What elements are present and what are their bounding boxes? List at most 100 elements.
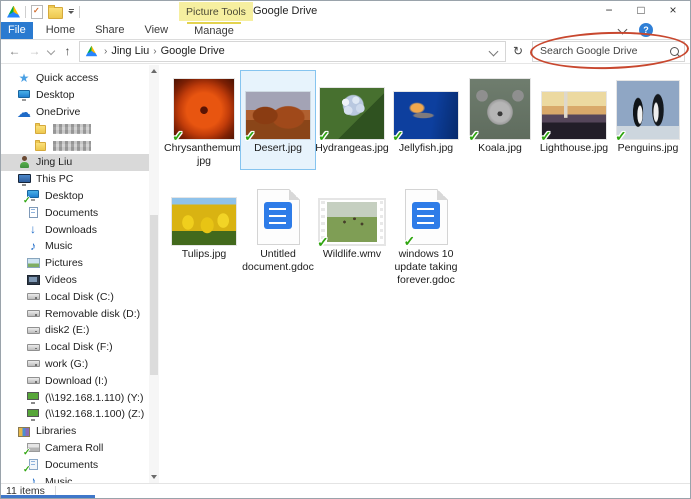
sidebar-item[interactable]: ✓ Documents	[1, 204, 159, 221]
sidebar-item-label: (\\192.168.1.100) (Z:)	[45, 408, 145, 421]
new-folder-icon[interactable]	[48, 4, 63, 19]
scroll-down-arrow-icon[interactable]	[149, 471, 159, 483]
maximize-button[interactable]: □	[625, 1, 657, 21]
sidebar-item[interactable]: ✓ Libraries	[1, 423, 159, 440]
forward-button[interactable]: →	[26, 44, 43, 58]
file-thumbnail: ✓	[172, 79, 234, 143]
refresh-button[interactable]: ↻	[509, 44, 527, 58]
file-thumbnail: ✓	[392, 92, 458, 143]
file-item[interactable]: ✓ Lighthouse.jpg	[537, 71, 611, 169]
sidebar-item-label: Documents	[45, 206, 99, 219]
ribbon-tab[interactable]: Manage	[187, 22, 241, 39]
file-name: Desert.jpg	[254, 142, 302, 154]
up-button[interactable]: ↑	[59, 44, 76, 58]
ribbon-tab[interactable]: View	[137, 22, 175, 39]
sidebar-scrollbar[interactable]	[149, 65, 159, 483]
file-item[interactable]: ✓ Penguins.jpg	[611, 71, 685, 169]
sidebar-item[interactable]: ✓ Removable disk (D:)	[1, 305, 159, 322]
sidebar-item[interactable]: ✓ disk2 (E:)	[1, 322, 159, 339]
sidebar-item-label: Removable disk (D:)	[45, 307, 141, 320]
sidebar-item[interactable]: ✓ (\\192.168.1.100) (Z:)	[1, 406, 159, 423]
sidebar-item[interactable]: ✓ Desktop	[1, 188, 159, 205]
scroll-up-arrow-icon[interactable]	[149, 65, 159, 77]
sidebar-item[interactable]: ✓ Pictures	[1, 255, 159, 272]
google-drive-app-icon[interactable]	[7, 5, 20, 18]
sidebar-item[interactable]: ✓ Download (I:)	[1, 372, 159, 389]
file-item[interactable]: ✓ Wildlife.wmv	[315, 181, 389, 288]
sidebar-item[interactable]: ✓ Quick access	[1, 70, 159, 87]
sidebar-item[interactable]: ✓	[1, 120, 159, 137]
expand-ribbon-chevron-icon[interactable]	[617, 24, 628, 35]
sidebar-item-icon: ✓	[26, 257, 40, 270]
sidebar-item-icon: ✓	[17, 173, 31, 186]
sidebar-item-label: work (G:)	[45, 357, 89, 370]
address-dropdown-chevron-icon[interactable]	[488, 46, 499, 56]
toolbar-separator	[79, 5, 80, 18]
breadcrumb-item[interactable]: Google Drive	[161, 45, 225, 57]
sidebar-item[interactable]: ✓ Camera Roll	[1, 440, 159, 457]
file-item[interactable]: ✓ Desert.jpg	[240, 70, 316, 170]
help-icon[interactable]: ?	[639, 23, 653, 37]
breadcrumb-item[interactable]: Jing Liu	[111, 45, 149, 57]
properties-icon[interactable]	[31, 4, 43, 19]
sync-badge-icon: ✓	[403, 233, 416, 249]
file-thumbnail: ✓	[256, 189, 300, 245]
sidebar-item-icon: ✓	[26, 374, 40, 387]
sidebar-item-icon: ✓	[26, 408, 40, 421]
sidebar-item[interactable]: ✓ Videos	[1, 272, 159, 289]
file-item[interactable]: ✓ Koala.jpg	[463, 71, 537, 169]
ribbon-tab[interactable]: File	[1, 22, 33, 39]
sidebar-item-icon: ✓	[17, 72, 31, 85]
file-name: Wildlife.wmv	[322, 248, 382, 260]
sidebar-item-label: This PC	[36, 173, 74, 186]
scrollbar-thumb[interactable]	[150, 215, 158, 375]
sidebar-item[interactable]: ✓ Downloads	[1, 221, 159, 238]
sidebar-item[interactable]: ✓ This PC	[1, 171, 159, 188]
file-item[interactable]: ✓ Tulips.jpg	[167, 181, 241, 288]
sidebar-item-icon: ✓	[26, 206, 40, 219]
minimize-button[interactable]: −	[593, 1, 625, 21]
sidebar-item-icon: ✓	[17, 425, 31, 438]
sidebar-item[interactable]: ✓ OneDrive	[1, 104, 159, 121]
close-button[interactable]: ×	[657, 1, 689, 21]
sidebar-item[interactable]: ✓ Documents	[1, 456, 159, 474]
google-drive-folder-icon	[85, 45, 98, 57]
picture-tools-contextual-label: Picture Tools	[179, 2, 253, 21]
sidebar-item[interactable]: ✓ Local Disk (C:)	[1, 288, 159, 305]
sidebar-item[interactable]: ✓ Desktop	[1, 87, 159, 104]
file-item[interactable]: ✓ Chrysanthemum. jpg	[164, 71, 244, 169]
sidebar-item-icon: ✓	[26, 273, 40, 286]
file-thumbnail: ✓	[244, 92, 310, 143]
ribbon-tab[interactable]: Share	[88, 22, 131, 39]
sidebar-item[interactable]: ✓ Local Disk (F:)	[1, 339, 159, 356]
search-input[interactable]	[538, 44, 670, 58]
sidebar-item-label: Desktop	[36, 89, 75, 102]
sidebar-item-icon: ✓	[17, 105, 31, 118]
sidebar-item[interactable]: ✓ Music	[1, 238, 159, 255]
sidebar-item-icon: ✓	[26, 240, 40, 253]
sidebar-item[interactable]: ✓ (\\192.168.1.110) (Y:)	[1, 389, 159, 406]
file-item[interactable]: ✓ Hydrangeas.jpg	[315, 71, 389, 169]
address-bar[interactable]: › Jing Liu › Google Drive	[79, 40, 506, 62]
file-item[interactable]: ✓ Jellyfish.jpg	[389, 71, 463, 169]
back-button[interactable]: ←	[6, 44, 23, 58]
sidebar-item[interactable]: ✓ Music	[1, 473, 159, 483]
sidebar-item-label: Local Disk (C:)	[45, 290, 114, 303]
sync-badge-icon: ✓	[244, 128, 256, 144]
sidebar-item[interactable]: ✓	[1, 137, 159, 154]
sidebar-item-icon: ✓	[26, 223, 40, 236]
search-icon[interactable]	[670, 46, 679, 56]
sidebar-item-label: Local Disk (F:)	[45, 341, 113, 354]
sync-badge-icon: ✓	[318, 128, 330, 144]
sidebar-item[interactable]: ✓ work (G:)	[1, 356, 159, 373]
recent-locations-chevron-icon[interactable]	[46, 46, 56, 56]
file-item[interactable]: ✓ windows 10 update taking forever.gdoc	[389, 181, 463, 288]
customize-toolbar-arrow-icon[interactable]	[68, 9, 74, 14]
search-box[interactable]	[532, 40, 685, 62]
sidebar-item[interactable]: ✓ Jing Liu	[1, 153, 159, 171]
sidebar-item-label: Music	[45, 240, 73, 253]
ribbon-tab[interactable]: Home	[39, 22, 82, 39]
redacted-label	[53, 140, 91, 151]
file-item[interactable]: ✓ Untitleddocument.gdoc	[241, 181, 315, 288]
files-area[interactable]: ✓ Chrysanthemum. jpg ✓ Desert.jpg ✓ Hydra…	[159, 65, 690, 483]
